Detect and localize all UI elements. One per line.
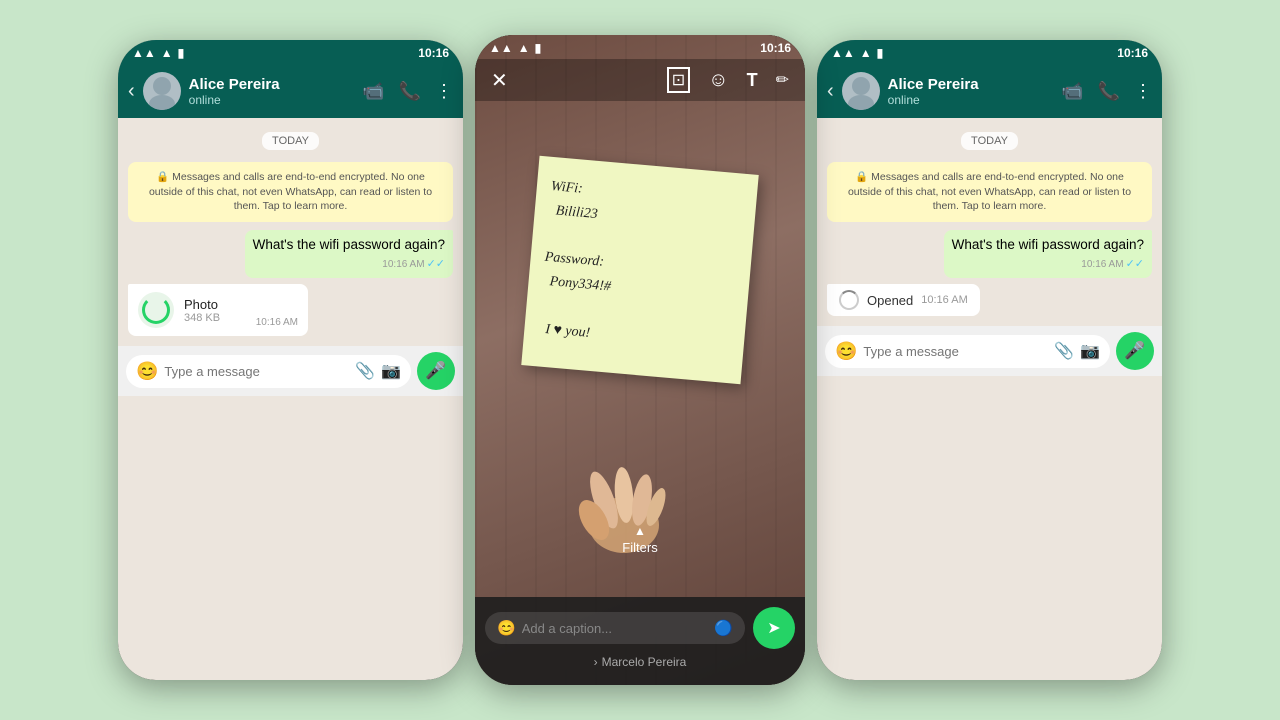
send-button-mid[interactable]: ➤	[753, 607, 795, 649]
input-bar-right: 😊 📎 📷 🎤	[817, 326, 1162, 376]
status-bar-middle: ▲▲ ▲ ▮ 10:16	[475, 35, 805, 59]
chevron-up-icon: ▲	[634, 524, 646, 538]
contact-name-right: Alice Pereira	[888, 76, 1053, 93]
signal-icon-right: ▲▲	[831, 46, 855, 60]
opened-text: Opened	[867, 293, 913, 308]
sent-message-right: What's the wifi password again? 10:16 AM…	[944, 230, 1152, 278]
video-call-icon-left[interactable]: 📹	[362, 81, 384, 102]
sent-text-left: What's the wifi password again?	[253, 236, 445, 255]
encryption-notice-left: 🔒 Messages and calls are end-to-end encr…	[128, 162, 453, 222]
emoji-caption-icon[interactable]: 😊	[497, 619, 516, 637]
attach-button-right[interactable]: 📎	[1054, 341, 1074, 361]
status-time-right: 10:16	[1117, 46, 1148, 60]
opened-time: 10:16 AM	[921, 294, 967, 306]
status-time-mid: 10:16	[760, 41, 791, 55]
draw-icon[interactable]: ✏	[776, 70, 789, 90]
status-bar-right: ▲▲ ▲ ▮ 10:16	[817, 40, 1162, 64]
mic-button-right[interactable]: 🎤	[1116, 332, 1154, 370]
signal-icon-mid: ▲▲	[489, 41, 513, 55]
opened-badge: Opened 10:16 AM	[827, 284, 980, 316]
menu-icon-right[interactable]: ⋮	[1134, 81, 1152, 102]
filters-label[interactable]: ▲ Filters	[622, 524, 657, 555]
voice-call-icon-right[interactable]: 📞	[1098, 81, 1120, 102]
back-button-left[interactable]: ‹	[128, 80, 135, 103]
caption-input-container: 😊 🔵	[485, 612, 745, 644]
viewer-tool-icons: ⊡ ☺ T ✏	[667, 67, 789, 93]
sticky-note: WiFi: Bilili23 Password: Pony334!# I ♥ y…	[521, 156, 758, 384]
sent-message-left: What's the wifi password again? 10:16 AM…	[245, 230, 453, 278]
recipient-label: Marcelo Pereira	[602, 655, 687, 669]
date-badge-right: TODAY	[961, 132, 1018, 150]
input-bar-left: 😊 📎 📷 🎤	[118, 346, 463, 396]
chevron-right-icon: ›	[594, 655, 598, 669]
avatar-right	[842, 72, 880, 110]
photo-size-left: 348 KB	[184, 312, 220, 324]
sent-time-right: 10:16 AM ✓✓	[952, 257, 1144, 272]
header-icons-right: 📹 📞 ⋮	[1061, 81, 1152, 102]
attach-button-left[interactable]: 📎	[355, 361, 375, 381]
video-call-icon-right[interactable]: 📹	[1061, 81, 1083, 102]
caption-row: 😊 🔵 ➤	[485, 607, 795, 649]
battery-icon: ▮	[178, 46, 185, 60]
photo-name-left: Photo	[184, 297, 220, 312]
date-badge-left: TODAY	[262, 132, 319, 150]
battery-icon-right: ▮	[877, 46, 884, 60]
photo-viewer-screen: ▲▲ ▲ ▮ 10:16 ✕ ⊡ ☺ T ✏ WiFi: Bili	[475, 35, 805, 685]
status-time-left: 10:16	[418, 46, 449, 60]
phone-right: ▲▲ ▲ ▮ 10:16 ‹ Alice Pereira online 📹 📞	[817, 40, 1162, 680]
message-input-left[interactable]	[164, 364, 349, 379]
message-input-container-right: 😊 📎 📷	[825, 335, 1110, 368]
chat-area-right: TODAY 🔒 Messages and calls are end-to-en…	[817, 118, 1162, 326]
avatar-left	[143, 72, 181, 110]
caption-input[interactable]	[522, 621, 709, 636]
contact-info-left: Alice Pereira online	[189, 76, 354, 107]
read-ticks-right: ✓✓	[1126, 257, 1144, 272]
photo-time-left: 10:16 AM	[256, 317, 298, 328]
phone-left: ▲▲ ▲ ▮ 10:16 ‹ Alice Pereira online 📹 📞	[118, 40, 463, 680]
phone-middle: ▲▲ ▲ ▮ 10:16 ✕ ⊡ ☺ T ✏ WiFi: Bili	[475, 35, 805, 685]
recipient-row: › Marcelo Pereira	[485, 655, 795, 669]
header-icons-left: 📹 📞 ⋮	[362, 81, 453, 102]
close-button-mid[interactable]: ✕	[491, 68, 508, 93]
opened-spinner	[839, 290, 859, 310]
menu-icon-left[interactable]: ⋮	[435, 81, 453, 102]
message-input-right[interactable]	[863, 344, 1048, 359]
read-ticks-left: ✓✓	[427, 257, 445, 272]
camera-button-left[interactable]: 📷	[381, 361, 401, 381]
mic-button-left[interactable]: 🎤	[417, 352, 455, 390]
contact-status-right: online	[888, 93, 1053, 107]
encryption-notice-right: 🔒 Messages and calls are end-to-end encr…	[827, 162, 1152, 222]
loading-spinner-left	[142, 296, 170, 324]
voice-call-icon-left[interactable]: 📞	[399, 81, 421, 102]
sent-text-right: What's the wifi password again?	[952, 236, 1144, 255]
emoji-button-left[interactable]: 😊	[136, 361, 158, 382]
contact-info-right: Alice Pereira online	[888, 76, 1053, 107]
emoji-button-right[interactable]: 😊	[835, 341, 857, 362]
sent-time-left: 10:16 AM ✓✓	[253, 257, 445, 272]
contact-status-left: online	[189, 93, 354, 107]
chat-header-left: ‹ Alice Pereira online 📹 📞 ⋮	[118, 64, 463, 118]
sticker-icon[interactable]: 🔵	[714, 619, 733, 637]
viewer-input-bar: 😊 🔵 ➤ › Marcelo Pereira	[475, 597, 805, 685]
back-button-right[interactable]: ‹	[827, 80, 834, 103]
status-bar-left: ▲▲ ▲ ▮ 10:16	[118, 40, 463, 64]
emoji-icon-mid[interactable]: ☺	[708, 69, 728, 92]
photo-bubble-left[interactable]: Photo 348 KB 10:16 AM	[128, 284, 308, 336]
photo-icon-left	[138, 292, 174, 328]
wifi-icon: ▲	[161, 46, 173, 60]
camera-button-right[interactable]: 📷	[1080, 341, 1100, 361]
wifi-icon-mid: ▲	[518, 41, 530, 55]
signal-icon: ▲▲	[132, 46, 156, 60]
battery-icon-mid: ▮	[535, 41, 542, 55]
viewer-toolbar: ✕ ⊡ ☺ T ✏	[475, 59, 805, 101]
contact-name-left: Alice Pereira	[189, 76, 354, 93]
chat-header-right: ‹ Alice Pereira online 📹 📞 ⋮	[817, 64, 1162, 118]
photo-info-left: Photo 348 KB	[184, 297, 220, 324]
wifi-icon-right: ▲	[860, 46, 872, 60]
text-icon[interactable]: T	[747, 70, 758, 91]
chat-area-left: TODAY 🔒 Messages and calls are end-to-en…	[118, 118, 463, 346]
message-input-container-left: 😊 📎 📷	[126, 355, 411, 388]
crop-icon[interactable]: ⊡	[667, 67, 690, 93]
